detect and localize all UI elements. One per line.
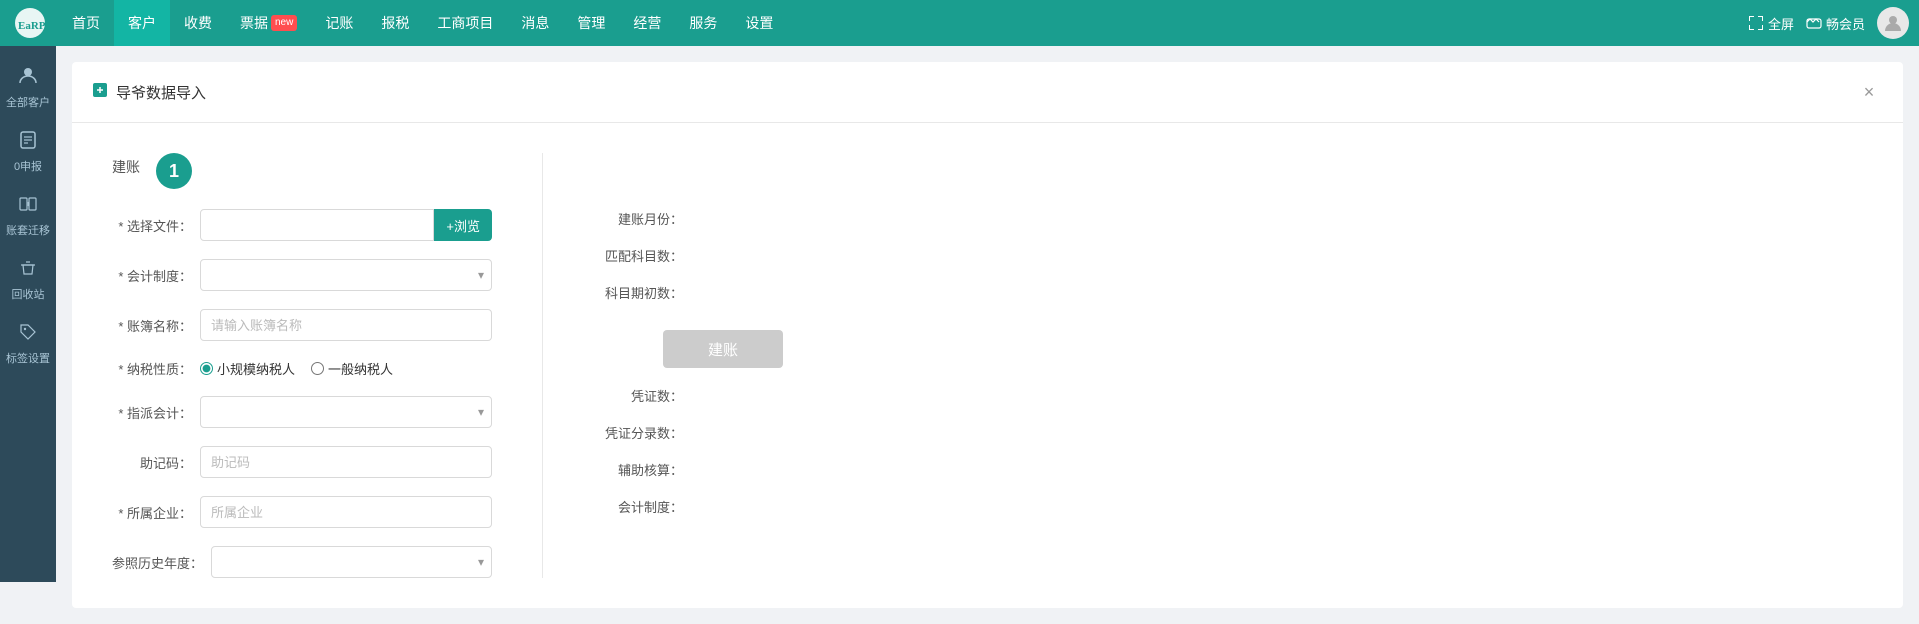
history-year-select-wrap: ▾ [211,546,492,578]
tax-small-option[interactable]: 小规模纳税人 [200,359,295,378]
app-logo[interactable]: EaRP [10,3,50,43]
step-circle: 1 [156,153,192,189]
tax-type-group: 小规模纳税人 一般纳税人 [200,359,393,378]
voucher-count-row: 凭证数： [593,386,853,405]
accounting-system-label: * 会计制度： [112,266,192,285]
vip-btn[interactable]: 畅会员 [1806,14,1865,33]
fullscreen-btn[interactable]: 全屏 [1748,14,1794,33]
nav-operation[interactable]: 经营 [619,0,675,46]
form-right: 建账月份： 匹配科目数： 科目期初数： 建账 凭证数： [593,153,853,578]
tax-type-label: * 纳税性质： [112,359,192,378]
memo-code-row: 助记码： [112,446,492,478]
sidebar-item-all-customers[interactable]: 全部客户 [0,56,56,120]
ledger-name-input[interactable] [200,309,492,341]
import-icon [92,82,108,102]
history-year-label: 参照历史年度： [112,553,203,572]
history-year-row: 参照历史年度： ▾ [112,546,492,578]
top-navigation: EaRP 首页 客户 收费 票据 new 记账 报税 工商项目 消息 管理 经营… [0,0,1919,46]
build-account-button[interactable]: 建账 [663,330,783,368]
declaration-icon [18,130,38,155]
history-year-select[interactable] [211,546,492,578]
auxiliary-label: 辅助核算： [593,460,683,479]
all-customers-icon [18,66,38,91]
tag-settings-icon [18,322,38,347]
svg-text:EaRP: EaRP [18,20,46,32]
close-button[interactable]: × [1855,78,1883,106]
ledger-name-label: * 账簿名称： [112,316,192,335]
form-divider [542,153,543,578]
tax-type-row: * 纳税性质： 小规模纳税人 一般纳税人 [112,359,492,378]
nav-customer[interactable]: 客户 [114,0,170,46]
sidebar-item-tag-settings[interactable]: 标签设置 [0,312,56,376]
nav-fee[interactable]: 收费 [170,0,226,46]
page-container: 导爷数据导入 × 建账 1 * 选择文件： +浏览 [72,62,1903,608]
form-area: 建账 1 * 选择文件： +浏览 * 会计制度： [72,123,1903,608]
sidebar: 全部客户 0申报 账套迁移 回收站 [0,46,56,582]
company-input[interactable] [200,496,492,528]
assign-accountant-label: * 指派会计： [112,403,192,422]
memo-code-input[interactable] [200,446,492,478]
migration-icon [18,194,38,219]
nav-right-actions: 全屏 畅会员 [1748,7,1909,39]
auxiliary-row: 辅助核算： [593,460,853,479]
subject-initial-row: 科目期初数： [593,283,853,302]
file-label: * 选择文件： [112,216,192,235]
account-month-label: 建账月份： [593,209,683,228]
nav-settings[interactable]: 设置 [731,0,787,46]
tax-general-option[interactable]: 一般纳税人 [311,359,393,378]
voucher-entries-label: 凭证分录数： [593,423,683,442]
sidebar-item-migration[interactable]: 账套迁移 [0,184,56,248]
nav-service[interactable]: 服务 [675,0,731,46]
recycle-icon [18,258,38,283]
browse-button[interactable]: +浏览 [434,209,492,241]
nav-home[interactable]: 首页 [58,0,114,46]
right-accounting-system-row: 会计制度： [593,497,853,516]
match-subjects-label: 匹配科目数： [593,246,683,265]
build-btn-wrap: 建账 [593,330,853,368]
sidebar-item-declaration[interactable]: 0申报 [0,120,56,184]
memo-code-label: 助记码： [112,453,192,472]
nav-message[interactable]: 消息 [507,0,563,46]
voucher-entries-row: 凭证分录数： [593,423,853,442]
sidebar-item-recycle[interactable]: 回收站 [0,248,56,312]
assign-accountant-select[interactable] [200,396,492,428]
step-label: 建账 [112,157,140,177]
file-row: * 选择文件： +浏览 [112,209,492,241]
main-content: 导爷数据导入 × 建账 1 * 选择文件： +浏览 [56,46,1919,624]
account-month-row: 建账月份： [593,209,853,228]
voucher-count-label: 凭证数： [593,386,683,405]
page-header: 导爷数据导入 × [72,62,1903,123]
user-avatar[interactable] [1877,7,1909,39]
file-input[interactable] [200,209,434,241]
step-indicator: 建账 1 [112,153,492,189]
match-subjects-row: 匹配科目数： [593,246,853,265]
nav-tax[interactable]: 报税 [367,0,423,46]
nav-bookkeeping[interactable]: 记账 [311,0,367,46]
form-left: 建账 1 * 选择文件： +浏览 * 会计制度： [112,153,492,578]
page-title: 导爷数据导入 [92,82,206,103]
ledger-name-row: * 账簿名称： [112,309,492,341]
right-accounting-system-label: 会计制度： [593,497,683,516]
accounting-system-select-wrap: 小企业会计准则 企业会计准则 行政事业单位 ▾ [200,259,492,291]
file-input-group: +浏览 [200,209,492,241]
tax-small-radio[interactable] [200,362,213,375]
accounting-system-row: * 会计制度： 小企业会计准则 企业会计准则 行政事业单位 ▾ [112,259,492,291]
assign-accountant-select-wrap: ▾ [200,396,492,428]
nav-ticket[interactable]: 票据 new [226,0,311,46]
nav-business[interactable]: 工商项目 [423,0,507,46]
form-grid: * 选择文件： +浏览 * 会计制度： 小企业会计准则 [112,209,492,578]
assign-accountant-row: * 指派会计： ▾ [112,396,492,428]
tax-general-radio[interactable] [311,362,324,375]
nav-items: 首页 客户 收费 票据 new 记账 报税 工商项目 消息 管理 经营 服务 设… [58,0,1748,46]
company-row: * 所属企业： [112,496,492,528]
nav-manage[interactable]: 管理 [563,0,619,46]
accounting-system-select[interactable]: 小企业会计准则 企业会计准则 行政事业单位 [200,259,492,291]
subject-initial-label: 科目期初数： [593,283,683,302]
company-label: * 所属企业： [112,503,192,522]
new-badge: new [271,15,297,31]
